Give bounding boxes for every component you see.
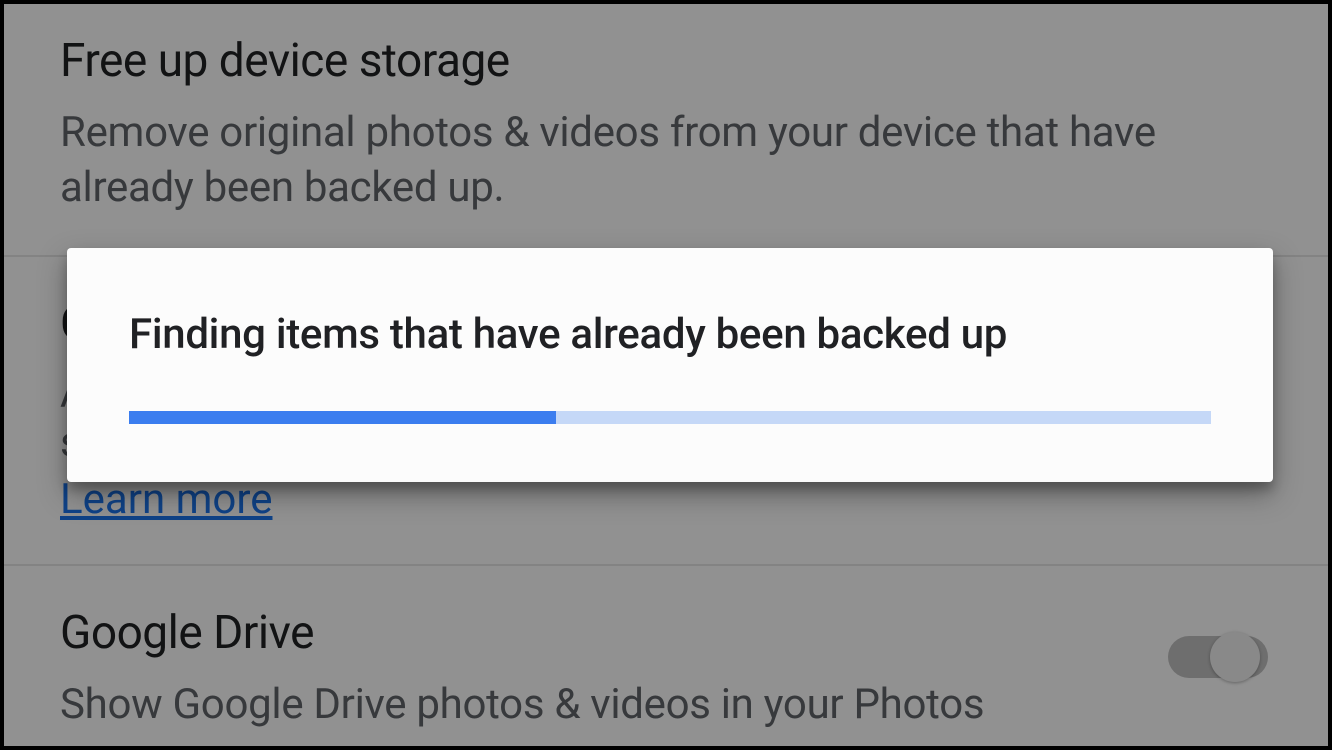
dialog-title: Finding items that have already been bac… xyxy=(129,310,1211,359)
modal-overlay: Finding items that have already been bac… xyxy=(4,4,1328,746)
progress-bar xyxy=(129,411,1211,424)
progress-fill xyxy=(129,411,556,424)
settings-screen: Free up device storage Remove original p… xyxy=(4,4,1328,746)
progress-dialog: Finding items that have already been bac… xyxy=(67,248,1273,482)
